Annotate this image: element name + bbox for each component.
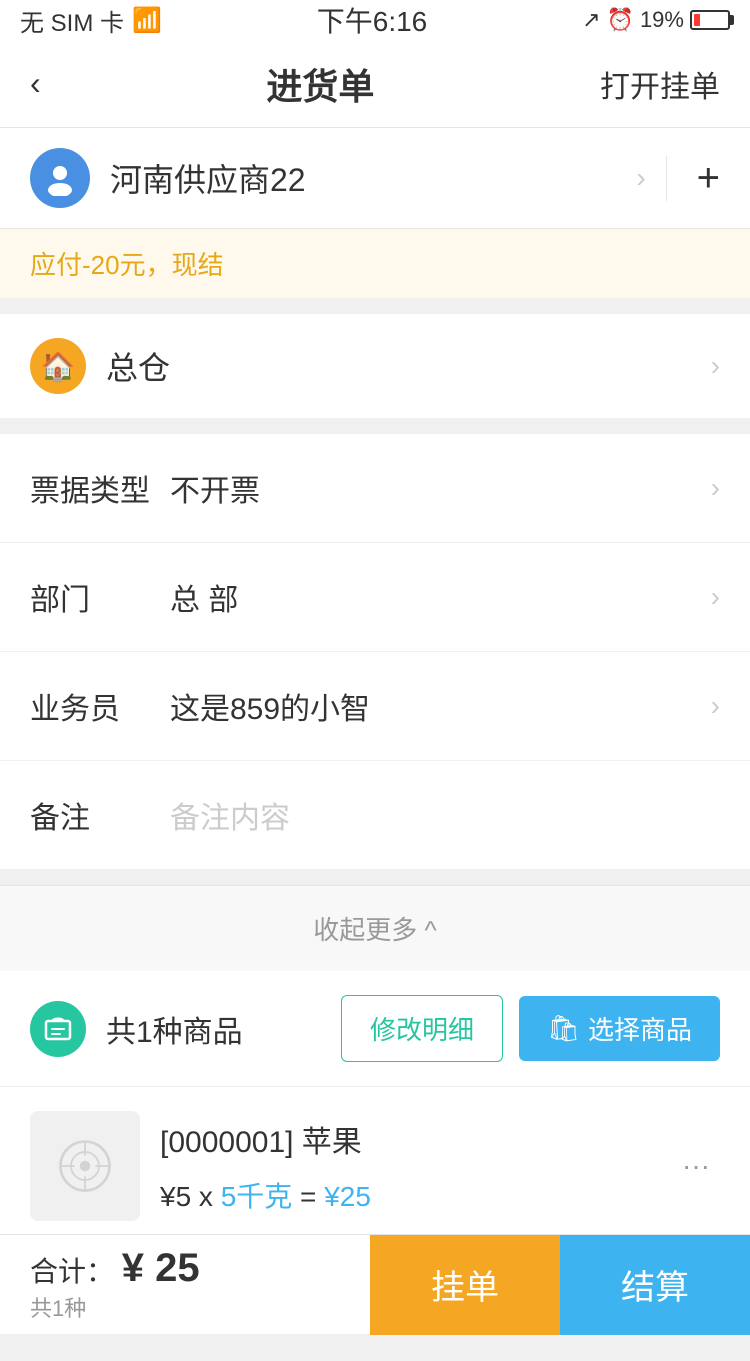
- remark-placeholder[interactable]: 备注内容: [170, 793, 720, 837]
- select-icon: 🛍: [547, 1013, 580, 1044]
- supplier-avatar: [30, 148, 90, 208]
- product-info: [0000001] 苹果 ¥5 x 5千克 = ¥25: [160, 1117, 672, 1215]
- equals-sign: =: [292, 1181, 324, 1212]
- nav-bar: ‹ 进货单 打开挂单: [0, 40, 750, 128]
- total-label: 合计：: [30, 1256, 114, 1287]
- supplier-row[interactable]: 河南供应商22 › +: [0, 128, 750, 229]
- products-icon: [30, 1001, 86, 1057]
- quantity-value: 5千克: [221, 1181, 293, 1212]
- products-section: 共1种商品 修改明细 🛍 选择商品 [0000001] 苹果 ¥5: [0, 971, 750, 1245]
- department-row[interactable]: 部门 总 部 ›: [0, 543, 750, 652]
- status-left: 无 SIM 卡 📶: [20, 3, 162, 38]
- wifi-icon: 📶: [132, 6, 162, 35]
- department-value: 总 部: [170, 575, 711, 619]
- bottom-bar: 合计： ¥ 25 共1种 挂单 结算: [0, 1234, 750, 1334]
- notice-text: 应付-20元，现结: [30, 250, 224, 280]
- supplier-section: 河南供应商22 › + 应付-20元，现结: [0, 128, 750, 298]
- location-icon: ↗: [582, 7, 600, 33]
- warehouse-chevron-icon: ›: [711, 350, 720, 382]
- total-section: 合计： ¥ 25 共1种: [0, 1246, 370, 1323]
- product-price-row: ¥5 x 5千克 = ¥25: [160, 1175, 672, 1215]
- invoice-type-label: 票据类型: [30, 466, 170, 510]
- back-button[interactable]: ‹: [30, 65, 41, 102]
- battery-percent: 19%: [640, 7, 684, 33]
- supplier-name: 河南供应商22: [110, 155, 636, 201]
- invoice-type-value: 不开票: [170, 466, 711, 510]
- edit-detail-button[interactable]: 修改明细: [341, 995, 503, 1062]
- status-right: ↗ ⏰ 19%: [582, 7, 730, 33]
- select-product-button[interactable]: 🛍 选择商品: [519, 996, 720, 1061]
- carrier-label: 无 SIM 卡: [20, 3, 124, 38]
- warehouse-section: 🏠 总仓 ›: [0, 314, 750, 418]
- open-hang-button[interactable]: 打开挂单: [600, 62, 720, 106]
- status-bar: 无 SIM 卡 📶 下午6:16 ↗ ⏰ 19%: [0, 0, 750, 40]
- supplier-chevron-icon: ›: [636, 162, 645, 194]
- notice-bar: 应付-20元，现结: [0, 229, 750, 298]
- product-name: [0000001] 苹果: [160, 1117, 672, 1161]
- remark-label: 备注: [30, 793, 170, 837]
- salesperson-value: 这是859的小智: [170, 684, 711, 728]
- invoice-type-chevron-icon: ›: [711, 472, 720, 504]
- remark-row[interactable]: 备注 备注内容: [0, 761, 750, 869]
- products-header: 共1种商品 修改明细 🛍 选择商品: [0, 971, 750, 1087]
- select-label: 选择商品: [588, 1010, 692, 1047]
- form-section: 票据类型 不开票 › 部门 总 部 › 业务员 这是859的小智 › 备注 备注…: [0, 434, 750, 869]
- product-item: [0000001] 苹果 ¥5 x 5千克 = ¥25 ···: [0, 1087, 750, 1245]
- add-supplier-button[interactable]: +: [666, 156, 720, 201]
- department-chevron-icon: ›: [711, 581, 720, 613]
- product-thumbnail: [30, 1111, 140, 1221]
- hang-order-button[interactable]: 挂单: [370, 1235, 560, 1335]
- warehouse-icon: 🏠: [30, 338, 86, 394]
- total-amount: ¥ 25: [122, 1246, 200, 1290]
- total-price: ¥25: [324, 1181, 371, 1212]
- product-code: [0000001]: [160, 1126, 302, 1159]
- salesperson-chevron-icon: ›: [711, 690, 720, 722]
- page-title: 进货单: [266, 58, 374, 110]
- product-more-button[interactable]: ···: [672, 1140, 720, 1192]
- product-title: 苹果: [302, 1126, 362, 1159]
- unit-price: ¥5 x: [160, 1181, 221, 1212]
- total-count: 共1种: [30, 1291, 340, 1323]
- salesperson-label: 业务员: [30, 684, 170, 728]
- battery-fill: [694, 14, 700, 26]
- battery-indicator: [690, 10, 730, 30]
- salesperson-row[interactable]: 业务员 这是859的小智 ›: [0, 652, 750, 761]
- warehouse-row[interactable]: 🏠 总仓 ›: [0, 314, 750, 418]
- department-label: 部门: [30, 575, 170, 619]
- invoice-type-row[interactable]: 票据类型 不开票 ›: [0, 434, 750, 543]
- alarm-icon: ⏰: [607, 7, 634, 33]
- products-count: 共1种商品: [106, 1007, 341, 1051]
- collapse-label: 收起更多 ^: [313, 915, 436, 945]
- warehouse-name: 总仓: [106, 343, 711, 389]
- checkout-button[interactable]: 结算: [560, 1235, 750, 1335]
- time-display: 下午6:16: [317, 0, 428, 40]
- collapse-bar[interactable]: 收起更多 ^: [0, 885, 750, 971]
- total-row: 合计： ¥ 25: [30, 1246, 340, 1291]
